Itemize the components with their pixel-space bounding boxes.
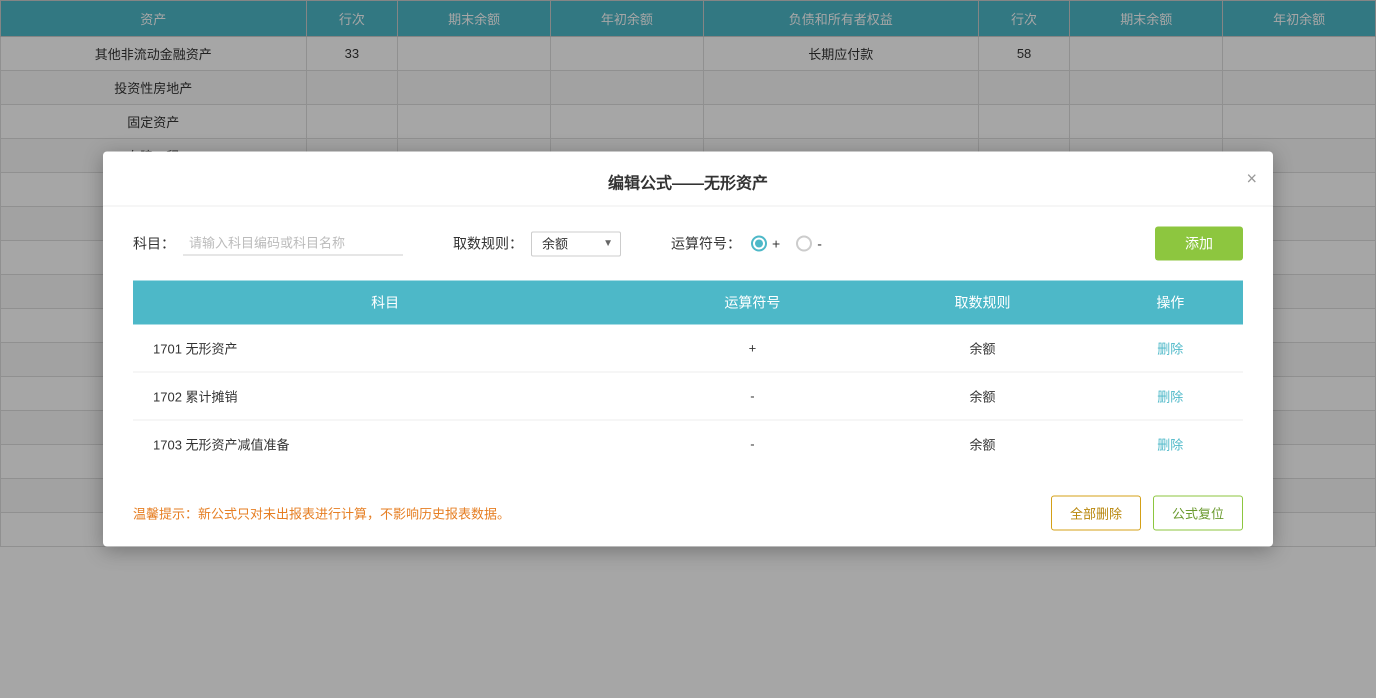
formula-rule-cell: 余额	[867, 325, 1097, 373]
formula-table: 科目 运算符号 取数规则 操作 1701 无形资产+余额删除1702 累计摊销-…	[133, 281, 1243, 468]
formula-action-cell: 删除	[1098, 372, 1243, 420]
col-rule-header: 取数规则	[867, 281, 1097, 325]
radio-minus-circle	[796, 236, 812, 252]
modal-body: 科目： 取数规则： 余额 借方 贷方 ▼ 运算符号：	[103, 207, 1273, 484]
formula-action-cell: 删除	[1098, 325, 1243, 373]
rule-select-wrapper: 余额 借方 贷方 ▼	[531, 231, 621, 256]
operator-plus-radio[interactable]: +	[751, 236, 780, 252]
modal-footer: 温馨提示：新公式只对未出报表进行计算，不影响历史报表数据。 全部删除 公式复位	[103, 484, 1273, 547]
formula-table-header-row: 科目 运算符号 取数规则 操作	[133, 281, 1243, 325]
radio-plus-circle	[751, 236, 767, 252]
rule-label: 取数规则：	[453, 234, 523, 254]
add-formula-button[interactable]: 添加	[1155, 227, 1243, 261]
formula-operator-cell: +	[637, 325, 867, 373]
formula-rule-cell: 余额	[867, 372, 1097, 420]
formula-table-body: 1701 无形资产+余额删除1702 累计摊销-余额删除1703 无形资产减值准…	[133, 325, 1243, 468]
operator-section: 运算符号： + -	[671, 234, 822, 254]
edit-formula-modal: 编辑公式——无形资产 × 科目： 取数规则： 余额 借方 贷方 ▼ 运算符号：	[103, 152, 1273, 547]
table-row: 1702 累计摊销-余额 删除	[133, 372, 1243, 420]
delete-row-button[interactable]: 删除	[1157, 342, 1183, 357]
operator-plus-label: +	[772, 236, 780, 252]
rule-section: 取数规则： 余额 借方 贷方 ▼	[453, 231, 621, 256]
delete-all-button[interactable]: 全部删除	[1051, 496, 1141, 531]
formula-operator-cell: -	[637, 420, 867, 468]
modal-title: 编辑公式——无形资产	[608, 176, 768, 193]
subject-label: 科目：	[133, 234, 175, 254]
col-operator-header: 运算符号	[637, 281, 867, 325]
modal-close-button[interactable]: ×	[1246, 170, 1257, 188]
col-action-header: 操作	[1098, 281, 1243, 325]
delete-row-button[interactable]: 删除	[1157, 390, 1183, 405]
reset-formula-button[interactable]: 公式复位	[1153, 496, 1243, 531]
modal-header: 编辑公式——无形资产 ×	[103, 152, 1273, 207]
formula-operator-cell: -	[637, 372, 867, 420]
formula-subject-cell: 1703 无形资产减值准备	[133, 420, 637, 468]
rule-select[interactable]: 余额 借方 贷方	[531, 231, 621, 256]
formula-form-row: 科目： 取数规则： 余额 借方 贷方 ▼ 运算符号：	[133, 227, 1243, 261]
operator-minus-label: -	[817, 236, 822, 252]
subject-input[interactable]	[183, 232, 403, 256]
formula-subject-cell: 1701 无形资产	[133, 325, 637, 373]
formula-rule-cell: 余额	[867, 420, 1097, 468]
delete-row-button[interactable]: 删除	[1157, 438, 1183, 453]
operator-minus-radio[interactable]: -	[796, 236, 822, 252]
formula-table-head: 科目 运算符号 取数规则 操作	[133, 281, 1243, 325]
formula-action-cell: 删除	[1098, 420, 1243, 468]
footer-buttons: 全部删除 公式复位	[1051, 496, 1243, 531]
table-row: 1703 无形资产减值准备-余额 删除	[133, 420, 1243, 468]
table-row: 1701 无形资产+余额 删除	[133, 325, 1243, 373]
operator-label: 运算符号：	[671, 234, 741, 254]
operator-radio-group: + -	[751, 236, 822, 252]
formula-subject-cell: 1702 累计摊销	[133, 372, 637, 420]
footer-hint: 温馨提示：新公式只对未出报表进行计算，不影响历史报表数据。	[133, 504, 510, 523]
col-subject-header: 科目	[133, 281, 637, 325]
